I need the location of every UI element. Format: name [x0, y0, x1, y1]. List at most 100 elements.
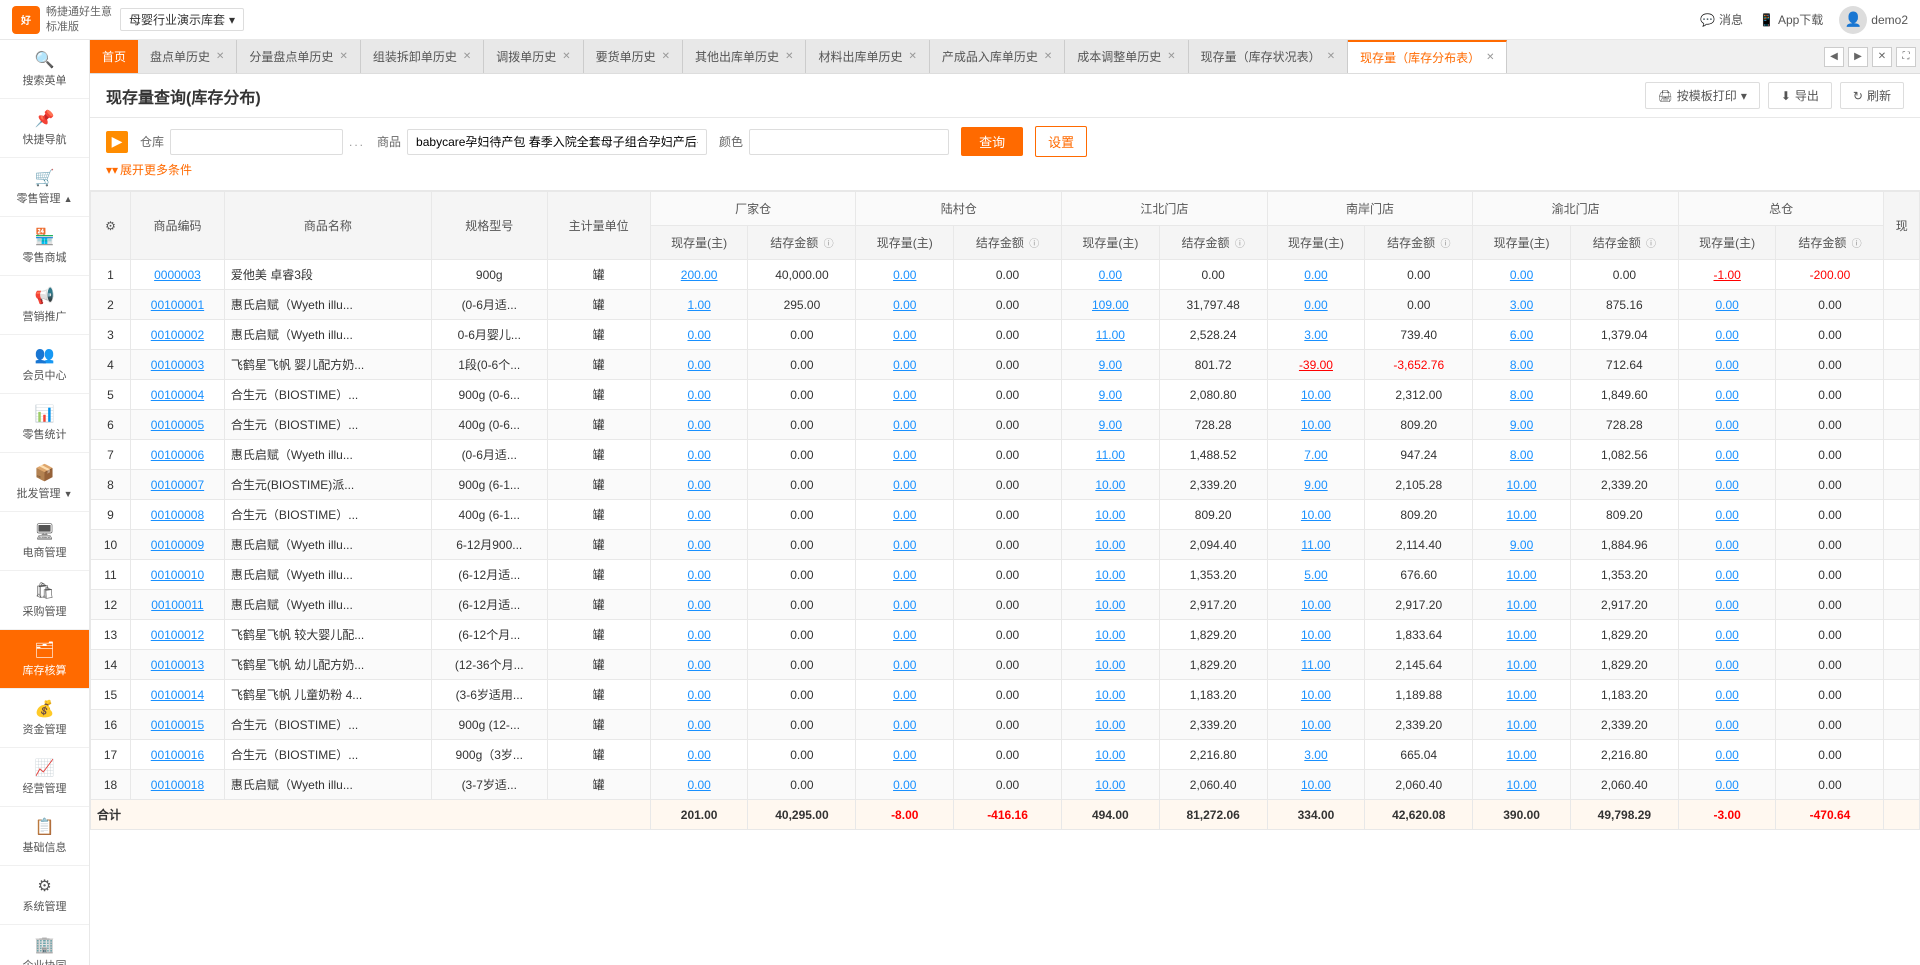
- tab-clckhh[interactable]: 材料出库单历史 ✕: [806, 40, 929, 74]
- table-cell[interactable]: 00100007: [131, 470, 225, 500]
- table-cell[interactable]: 10.00: [1062, 530, 1160, 560]
- close-tab-qtckhh[interactable]: ✕: [785, 51, 793, 62]
- close-tab-xzcl1[interactable]: ✕: [1327, 51, 1335, 62]
- table-cell[interactable]: 0.00: [650, 470, 748, 500]
- table-cell[interactable]: 10.00: [1473, 500, 1571, 530]
- table-cell[interactable]: 0.00: [650, 320, 748, 350]
- tab-prev-btn[interactable]: ◀: [1824, 47, 1844, 67]
- close-tab-cprkdhh[interactable]: ✕: [1044, 51, 1052, 62]
- table-cell[interactable]: 00100015: [131, 710, 225, 740]
- print-btn[interactable]: 🖨 按模板打印 ▾: [1645, 82, 1760, 109]
- table-cell[interactable]: 0.00: [650, 500, 748, 530]
- table-cell[interactable]: 10.00: [1062, 590, 1160, 620]
- export-btn[interactable]: ⬇ 导出: [1768, 82, 1832, 109]
- table-cell[interactable]: 0.00: [1678, 560, 1776, 590]
- table-cell[interactable]: 10.00: [1267, 680, 1365, 710]
- table-cell[interactable]: 0.00: [650, 740, 748, 770]
- table-cell[interactable]: 3.00: [1473, 290, 1571, 320]
- table-cell[interactable]: 00100003: [131, 350, 225, 380]
- sidebar-item-finance[interactable]: 💰 资金管理: [0, 689, 89, 748]
- table-cell[interactable]: 00100016: [131, 740, 225, 770]
- table-cell[interactable]: 0.00: [856, 410, 954, 440]
- table-cell[interactable]: 10.00: [1062, 500, 1160, 530]
- table-cell[interactable]: 0.00: [1678, 290, 1776, 320]
- tab-tfh[interactable]: 调拨单历史 ✕: [484, 40, 583, 74]
- table-cell[interactable]: 10.00: [1267, 770, 1365, 800]
- sidebar-item-inventory[interactable]: 🗂 库存核算: [0, 630, 89, 689]
- table-cell[interactable]: 0.00: [1678, 740, 1776, 770]
- sidebar-item-base[interactable]: 📋 基础信息: [0, 807, 89, 866]
- table-cell[interactable]: 0.00: [856, 350, 954, 380]
- info-icon-3[interactable]: ⓘ: [1235, 239, 1245, 250]
- table-cell[interactable]: 109.00: [1062, 290, 1160, 320]
- table-cell[interactable]: 8.00: [1473, 350, 1571, 380]
- table-cell[interactable]: 0.00: [1678, 590, 1776, 620]
- table-cell[interactable]: 00100009: [131, 530, 225, 560]
- table-cell[interactable]: 0.00: [856, 560, 954, 590]
- info-icon-6[interactable]: ⓘ: [1852, 239, 1862, 250]
- table-cell[interactable]: 0.00: [650, 410, 748, 440]
- tab-fbpddh[interactable]: 分量盘点单历史 ✕: [237, 40, 360, 74]
- table-cell[interactable]: 10.00: [1473, 710, 1571, 740]
- table-cell[interactable]: 9.00: [1473, 410, 1571, 440]
- table-cell[interactable]: 0.00: [1678, 350, 1776, 380]
- color-input[interactable]: [749, 129, 949, 155]
- info-icon-1[interactable]: ⓘ: [824, 239, 834, 250]
- table-cell[interactable]: 0.00: [1678, 440, 1776, 470]
- table-cell[interactable]: 10.00: [1473, 620, 1571, 650]
- table-cell[interactable]: 0.00: [856, 380, 954, 410]
- table-cell[interactable]: 0.00: [856, 710, 954, 740]
- table-cell[interactable]: 11.00: [1062, 320, 1160, 350]
- close-tab-yfh[interactable]: ✕: [662, 51, 670, 62]
- table-cell[interactable]: 00100002: [131, 320, 225, 350]
- table-cell[interactable]: 9.00: [1062, 380, 1160, 410]
- close-tab-xzcl2[interactable]: ✕: [1486, 52, 1494, 63]
- table-cell[interactable]: 0.00: [1678, 770, 1776, 800]
- table-cell[interactable]: 5.00: [1267, 560, 1365, 590]
- industry-selector[interactable]: 母婴行业演示库套 ▾: [120, 8, 244, 31]
- sidebar-item-ecom[interactable]: 🖥 电商管理: [0, 512, 89, 571]
- table-cell[interactable]: 0.00: [650, 380, 748, 410]
- sidebar-item-stats[interactable]: 📊 零售统计: [0, 394, 89, 453]
- settings-btn[interactable]: 设置: [1035, 126, 1087, 157]
- table-cell[interactable]: 3.00: [1267, 320, 1365, 350]
- table-cell[interactable]: 00100018: [131, 770, 225, 800]
- table-cell[interactable]: 11.00: [1267, 650, 1365, 680]
- table-cell[interactable]: 00100008: [131, 500, 225, 530]
- info-icon-2[interactable]: ⓘ: [1029, 239, 1039, 250]
- info-icon-4[interactable]: ⓘ: [1440, 239, 1450, 250]
- table-cell[interactable]: 0.00: [1473, 260, 1571, 290]
- tab-qtckhh[interactable]: 其他出库单历史 ✕: [683, 40, 806, 74]
- table-cell[interactable]: 0.00: [650, 650, 748, 680]
- table-cell[interactable]: 8.00: [1473, 440, 1571, 470]
- table-cell[interactable]: 0.00: [856, 590, 954, 620]
- table-cell[interactable]: -1.00: [1678, 260, 1776, 290]
- warehouse-more-btn[interactable]: ...: [349, 135, 365, 149]
- table-cell[interactable]: 0.00: [856, 470, 954, 500]
- tab-yfh[interactable]: 要货单历史 ✕: [584, 40, 683, 74]
- table-cell[interactable]: 00100001: [131, 290, 225, 320]
- close-tab-tfh[interactable]: ✕: [562, 51, 570, 62]
- tab-home[interactable]: 首页: [90, 40, 138, 74]
- sidebar-item-wholesale[interactable]: 📦 批发管理 ▼: [0, 453, 89, 512]
- table-cell[interactable]: 1.00: [650, 290, 748, 320]
- table-cell[interactable]: 00100004: [131, 380, 225, 410]
- close-tab-pddh[interactable]: ✕: [216, 51, 224, 62]
- table-cell[interactable]: 0.00: [856, 620, 954, 650]
- tab-zzcdhh[interactable]: 组装拆卸单历史 ✕: [361, 40, 484, 74]
- sidebar-item-marketing[interactable]: 📢 营销推广: [0, 276, 89, 335]
- table-cell[interactable]: 11.00: [1062, 440, 1160, 470]
- sidebar-item-system[interactable]: ⚙ 系统管理: [0, 866, 89, 925]
- table-cell[interactable]: 00100006: [131, 440, 225, 470]
- table-cell[interactable]: 10.00: [1062, 470, 1160, 500]
- table-cell[interactable]: 200.00: [650, 260, 748, 290]
- table-cell[interactable]: 10.00: [1267, 590, 1365, 620]
- table-cell[interactable]: 0.00: [856, 500, 954, 530]
- table-cell[interactable]: 10.00: [1267, 410, 1365, 440]
- table-cell[interactable]: 0.00: [650, 680, 748, 710]
- table-cell[interactable]: 0.00: [856, 440, 954, 470]
- table-cell[interactable]: 0.00: [1267, 260, 1365, 290]
- sidebar-item-purchase[interactable]: 🛍 采购管理: [0, 571, 89, 630]
- table-cell[interactable]: 10.00: [1062, 650, 1160, 680]
- table-cell[interactable]: 10.00: [1062, 560, 1160, 590]
